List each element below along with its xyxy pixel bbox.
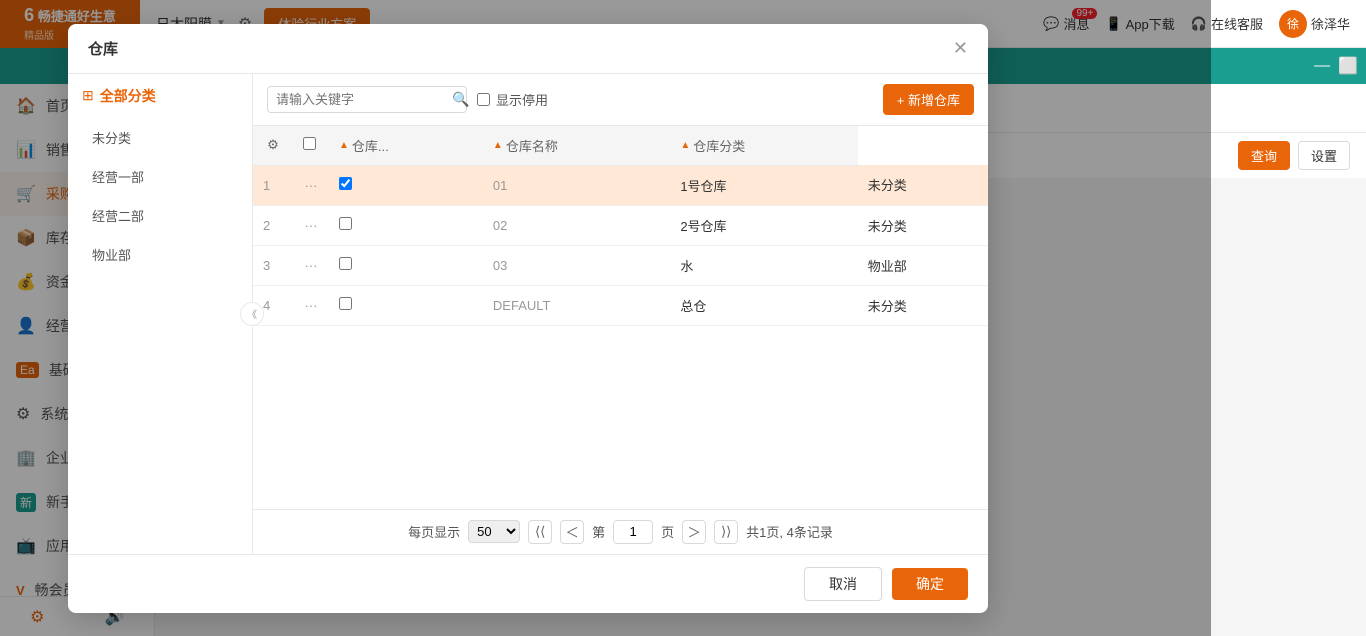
row-checkbox[interactable] [339, 257, 352, 270]
row-gear: ··· [293, 285, 329, 325]
sort-icon: ▲ [339, 140, 349, 151]
table-row[interactable]: 2 ··· 02 2号仓库 未分类 [253, 205, 988, 245]
avatar: 徐 [1279, 10, 1307, 38]
left-panel: ⊞ 全部分类 《 未分类 经营一部 经营二部 物业部 [68, 74, 253, 554]
warehouse-modal: 仓库 ✕ ⊞ 全部分类 《 未分类 经营一部 经营二部 物业部 [68, 24, 988, 613]
col-checkbox [293, 126, 329, 166]
page-unit: 页 [661, 522, 674, 541]
col-gear: ⚙ [253, 126, 293, 166]
col-name: ▲ 仓库名称 [483, 126, 670, 166]
table-row[interactable]: 3 ··· 03 水 物业部 [253, 245, 988, 285]
col-category: ▲ 仓库分类 [670, 126, 857, 166]
warehouse-table-wrap: ⚙ ▲ 仓库... [253, 126, 988, 509]
row-checkbox[interactable] [339, 217, 352, 230]
modal-body: ⊞ 全部分类 《 未分类 经营一部 经营二部 物业部 🔍 [68, 74, 988, 554]
page-input[interactable] [613, 520, 653, 544]
page-label: 第 [592, 522, 605, 541]
left-panel-header[interactable]: ⊞ 全部分类 [68, 74, 252, 118]
cancel-btn[interactable]: 取消 [804, 567, 882, 601]
modal-close-icon[interactable]: ✕ [953, 38, 968, 59]
search-box: 🔍 [267, 86, 467, 113]
row-gear: ··· [293, 245, 329, 285]
settings-btn[interactable]: 设置 [1298, 141, 1350, 170]
confirm-btn[interactable]: 确定 [892, 568, 968, 600]
left-panel-item-property[interactable]: 物业部 [68, 235, 252, 274]
modal-overlay: 仓库 ✕ ⊞ 全部分类 《 未分类 经营一部 经营二部 物业部 [0, 0, 1211, 636]
table-row[interactable]: 1 ··· 01 1号仓库 未分类 [253, 165, 988, 205]
search-input[interactable] [276, 92, 452, 107]
modal-header: 仓库 ✕ [68, 24, 988, 74]
minimize-icon[interactable]: — [1314, 57, 1330, 75]
maximize-icon[interactable]: ⬜ [1338, 56, 1358, 76]
table-body: 1 ··· 01 1号仓库 未分类 2 ··· 02 2号仓库 未分类 3 ··… [253, 165, 988, 325]
left-panel-item-dept2[interactable]: 经营二部 [68, 196, 252, 235]
pagination: 每页显示 50 10 20 100 ⟨⟨ ＜ 第 页 ＞ ⟩⟩ 共1页, 4条记… [253, 509, 988, 554]
row-gear: ··· [293, 205, 329, 245]
user-menu[interactable]: 徐 徐泽华 [1279, 10, 1350, 38]
right-panel: 🔍 显示停用 + 新增仓库 ⚙ [253, 74, 988, 554]
last-page-btn[interactable]: ⟩⟩ [714, 520, 738, 544]
show-disabled-label[interactable]: 显示停用 [477, 90, 548, 109]
total-info: 共1页, 4条记录 [746, 522, 833, 541]
next-page-btn[interactable]: ＞ [682, 520, 706, 544]
left-panel-item-dept1[interactable]: 经营一部 [68, 157, 252, 196]
row-gear: ··· [293, 165, 329, 205]
row-checkbox[interactable] [339, 297, 352, 310]
grid-icon: ⊞ [82, 87, 94, 104]
modal-footer: 取消 确定 [68, 554, 988, 613]
warehouse-table: ⚙ ▲ 仓库... [253, 126, 988, 326]
right-panel-toolbar: 🔍 显示停用 + 新增仓库 [253, 74, 988, 126]
search-icon[interactable]: 🔍 [452, 91, 469, 108]
query-btn[interactable]: 查询 [1238, 141, 1290, 170]
col-code: ▲ 仓库... [329, 126, 483, 166]
row-checkbox[interactable] [339, 177, 352, 190]
gear-icon: ⚙ [267, 137, 279, 152]
prev-page-btn[interactable]: ＜ [560, 520, 584, 544]
first-page-btn[interactable]: ⟨⟨ [528, 520, 552, 544]
second-nav-right: — ⬜ [1314, 56, 1366, 76]
left-panel-title: 全部分类 [100, 86, 156, 106]
left-panel-item-uncategorized[interactable]: 未分类 [68, 118, 252, 157]
page-size-select[interactable]: 50 10 20 100 [468, 520, 520, 543]
page-size-label: 每页显示 [408, 522, 460, 541]
table-row[interactable]: 4 ··· DEFAULT 总仓 未分类 [253, 285, 988, 325]
cat-sort-icon: ▲ [680, 140, 690, 151]
name-sort-icon: ▲ [493, 140, 503, 151]
modal-title: 仓库 [88, 38, 118, 59]
collapse-btn[interactable]: 《 [240, 302, 264, 326]
select-all-checkbox[interactable] [303, 137, 316, 150]
add-warehouse-btn[interactable]: + 新增仓库 [883, 84, 974, 115]
show-disabled-checkbox[interactable] [477, 93, 490, 106]
